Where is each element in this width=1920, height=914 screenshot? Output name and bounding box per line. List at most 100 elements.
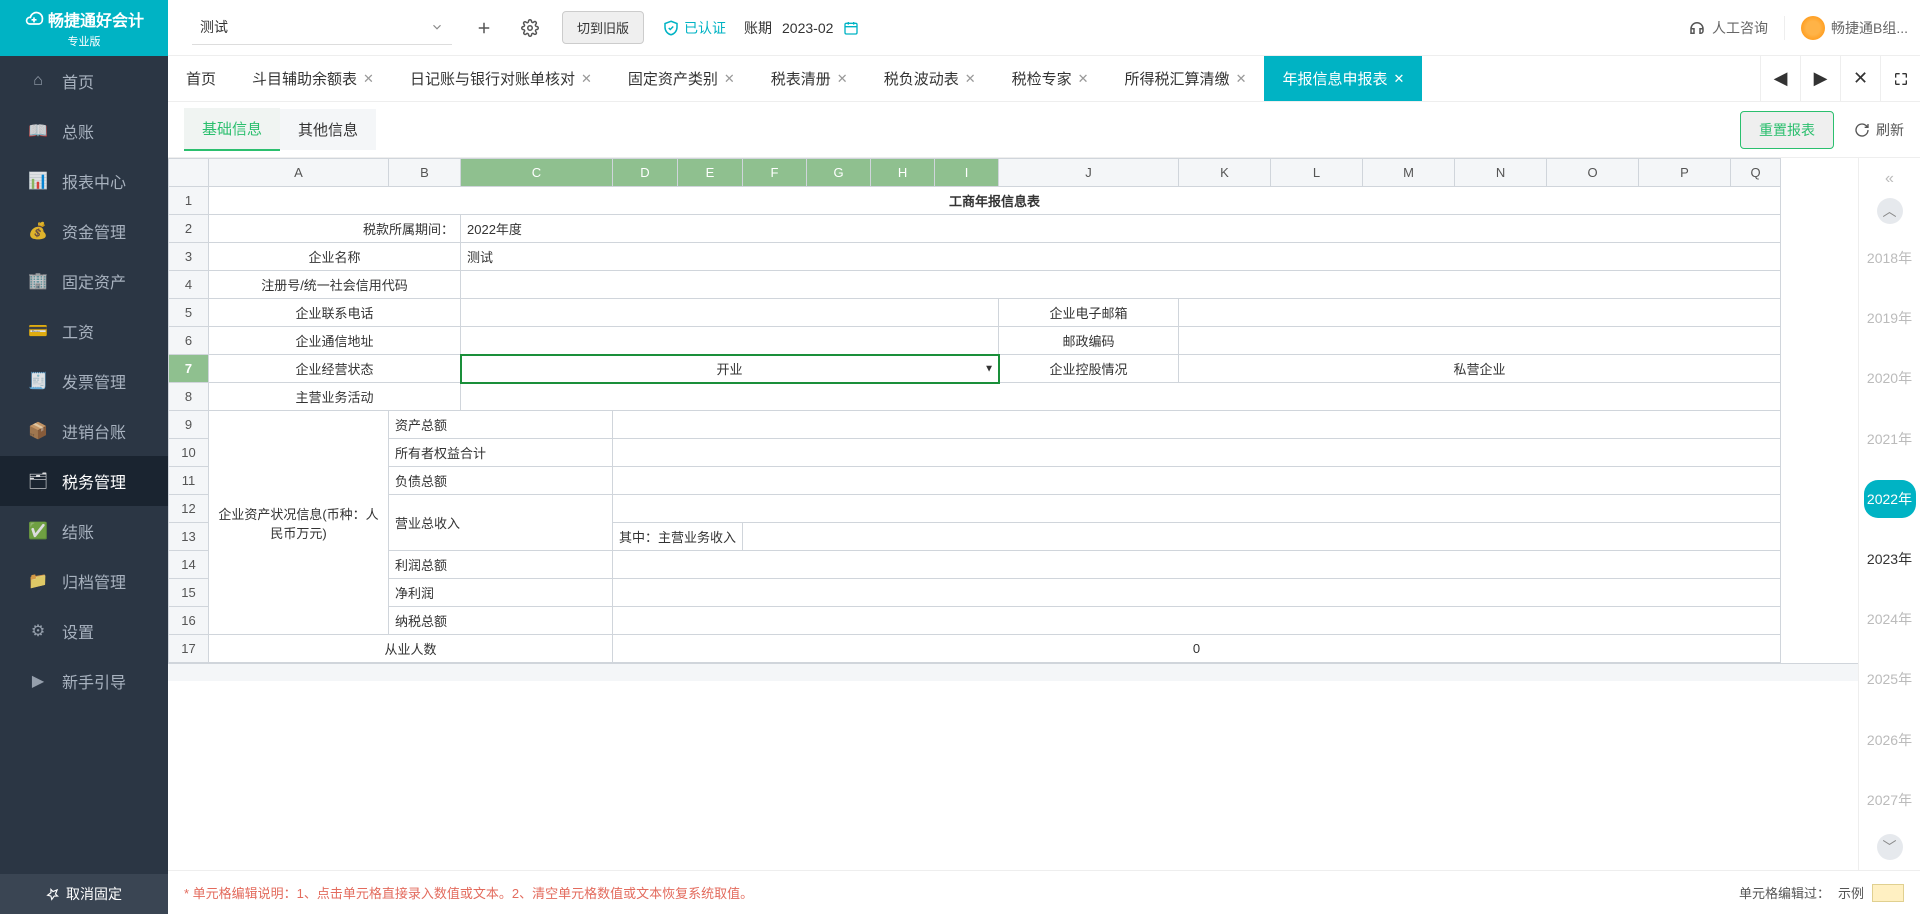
tab-scroll-left-button[interactable]: ◀ xyxy=(1760,56,1800,101)
col-header-K[interactable]: K xyxy=(1179,159,1271,187)
fullscreen-button[interactable] xyxy=(1880,56,1920,101)
sidebar-icon: ⌂ xyxy=(28,71,48,91)
col-header-J[interactable]: J xyxy=(999,159,1179,187)
tab-close-icon[interactable]: ✕ xyxy=(837,71,848,87)
live-support-link[interactable]: 人工咨询 xyxy=(1688,18,1768,38)
col-header-N[interactable]: N xyxy=(1455,159,1547,187)
col-header-L[interactable]: L xyxy=(1271,159,1363,187)
col-header-E[interactable]: E xyxy=(678,159,743,187)
col-header-M[interactable]: M xyxy=(1363,159,1455,187)
legend-swatch xyxy=(1872,884,1904,902)
add-button[interactable] xyxy=(470,14,498,42)
col-header-A[interactable]: A xyxy=(209,159,389,187)
tab-3[interactable]: 固定资产类别 ✕ xyxy=(610,56,753,101)
tab-close-icon[interactable]: ✕ xyxy=(581,71,592,87)
settings-icon[interactable] xyxy=(516,14,544,42)
tab-4[interactable]: 税表清册 ✕ xyxy=(753,56,866,101)
sidebar-item-4[interactable]: 🏢固定资产 xyxy=(0,256,168,306)
tab-close-icon[interactable]: ✕ xyxy=(363,71,374,87)
refresh-button[interactable]: 刷新 xyxy=(1854,120,1904,140)
sidebar-item-0[interactable]: ⌂首页 xyxy=(0,56,168,106)
user-menu[interactable]: 畅捷通B组... xyxy=(1801,16,1908,40)
sidebar-icon: ▶ xyxy=(28,671,48,691)
headset-icon xyxy=(1688,19,1706,37)
sidebar-item-2[interactable]: 📊报表中心 xyxy=(0,156,168,206)
refresh-icon xyxy=(1854,122,1870,138)
year-scroll-up-button[interactable]: ︿ xyxy=(1877,198,1903,224)
sidebar-item-11[interactable]: ⚙设置 xyxy=(0,606,168,656)
brand-logo: 畅捷通好会计 专业版 xyxy=(0,0,168,56)
year-option[interactable]: 2024年 xyxy=(1864,600,1916,638)
switch-old-version-button[interactable]: 切到旧版 xyxy=(562,11,644,44)
col-header-F[interactable]: F xyxy=(743,159,807,187)
sidebar-item-10[interactable]: 📁归档管理 xyxy=(0,556,168,606)
sidebar-icon: 🧾 xyxy=(28,371,48,391)
accounting-period[interactable]: 账期 2023-02 xyxy=(744,18,859,38)
sidebar-icon: 📁 xyxy=(28,571,48,591)
tab-scroll-right-button[interactable]: ▶ xyxy=(1800,56,1840,101)
sidebar-icon: 🏢 xyxy=(28,271,48,291)
tab-5[interactable]: 税负波动表 ✕ xyxy=(866,56,994,101)
tab-close-icon[interactable]: ✕ xyxy=(1078,71,1089,87)
year-option[interactable]: 2020年 xyxy=(1864,359,1916,397)
col-header-O[interactable]: O xyxy=(1547,159,1639,187)
dropdown-caret-icon[interactable]: ▼ xyxy=(984,363,994,374)
reset-report-button[interactable]: 重置报表 xyxy=(1740,111,1834,149)
sidebar-item-9[interactable]: ✅结账 xyxy=(0,506,168,556)
year-option[interactable]: 2018年 xyxy=(1864,239,1916,277)
col-header-Q[interactable]: Q xyxy=(1731,159,1781,187)
sidebar-item-8[interactable]: 🗂税务管理 xyxy=(0,456,168,506)
col-header-G[interactable]: G xyxy=(807,159,871,187)
tab-6[interactable]: 税检专家 ✕ xyxy=(994,56,1107,101)
app-header: 畅捷通好会计 专业版 测试 切到旧版 已认证 账期 2023-02 人工咨询 xyxy=(0,0,1920,56)
year-option[interactable]: 2025年 xyxy=(1864,660,1916,698)
sidebar-item-1[interactable]: 📖总账 xyxy=(0,106,168,156)
tab-1[interactable]: 斗目辅助余额表 ✕ xyxy=(234,56,392,101)
tab-0[interactable]: 首页 xyxy=(168,56,234,101)
tab-close-icon[interactable]: ✕ xyxy=(724,71,735,87)
subtab-basic-info[interactable]: 基础信息 xyxy=(184,108,280,151)
rail-collapse-icon[interactable]: « xyxy=(1883,164,1897,194)
col-header-I[interactable]: I xyxy=(935,159,999,187)
tab-7[interactable]: 所得税汇算清缴 ✕ xyxy=(1107,56,1265,101)
tab-8[interactable]: 年报信息申报表 ✕ xyxy=(1264,56,1422,101)
year-scroll-down-button[interactable]: ﹀ xyxy=(1877,834,1903,860)
company-select[interactable]: 测试 xyxy=(192,11,452,45)
spreadsheet-area[interactable]: ABCDEFGHIJKLMNOPQ 1工商年报信息表 2税款所属期间：2022年… xyxy=(168,158,1858,870)
sidebar-item-12[interactable]: ▶新手引导 xyxy=(0,656,168,706)
calendar-icon xyxy=(843,20,859,36)
tab-close-icon[interactable]: ✕ xyxy=(965,71,976,87)
year-option[interactable]: 2023年 xyxy=(1864,540,1916,578)
sidebar-item-5[interactable]: 💳工资 xyxy=(0,306,168,356)
sheet-title: 工商年报信息表 xyxy=(209,187,1781,215)
select-all-corner[interactable] xyxy=(169,159,209,187)
col-header-D[interactable]: D xyxy=(613,159,678,187)
pin-icon xyxy=(46,887,60,901)
col-header-H[interactable]: H xyxy=(871,159,935,187)
year-option[interactable]: 2026年 xyxy=(1864,721,1916,759)
tab-close-icon[interactable]: ✕ xyxy=(1236,71,1247,87)
col-header-C[interactable]: C xyxy=(461,159,613,187)
chevron-down-icon xyxy=(430,20,444,34)
sidebar-item-7[interactable]: 📦进销台账 xyxy=(0,406,168,456)
unpin-sidebar-button[interactable]: 取消固定 xyxy=(0,874,168,914)
sidebar-item-6[interactable]: 🧾发票管理 xyxy=(0,356,168,406)
avatar-icon xyxy=(1801,16,1825,40)
expand-icon xyxy=(1893,71,1909,87)
col-header-B[interactable]: B xyxy=(389,159,461,187)
spreadsheet-grid: ABCDEFGHIJKLMNOPQ 1工商年报信息表 2税款所属期间：2022年… xyxy=(168,158,1781,663)
year-option[interactable]: 2019年 xyxy=(1864,299,1916,337)
col-header-P[interactable]: P xyxy=(1639,159,1731,187)
sidebar-item-3[interactable]: 💰资金管理 xyxy=(0,206,168,256)
business-status-cell[interactable]: 开业▼ xyxy=(461,355,999,383)
horizontal-scrollbar[interactable] xyxy=(168,663,1858,681)
tab-2[interactable]: 日记账与银行对账单核对 ✕ xyxy=(392,56,610,101)
subtab-other-info[interactable]: 其他信息 xyxy=(280,109,376,150)
year-option[interactable]: 2021年 xyxy=(1864,420,1916,458)
year-selector-rail: « ︿ 2018年 2019年 2020年 2021年 2022年 2023年 2024年 2… xyxy=(1858,158,1920,870)
year-option[interactable]: 2027年 xyxy=(1864,781,1916,819)
sidebar-icon: 🗂 xyxy=(28,471,48,491)
tab-close-all-button[interactable]: ✕ xyxy=(1840,56,1880,101)
year-option[interactable]: 2022年 xyxy=(1864,480,1916,518)
tab-close-icon[interactable]: ✕ xyxy=(1393,71,1404,87)
